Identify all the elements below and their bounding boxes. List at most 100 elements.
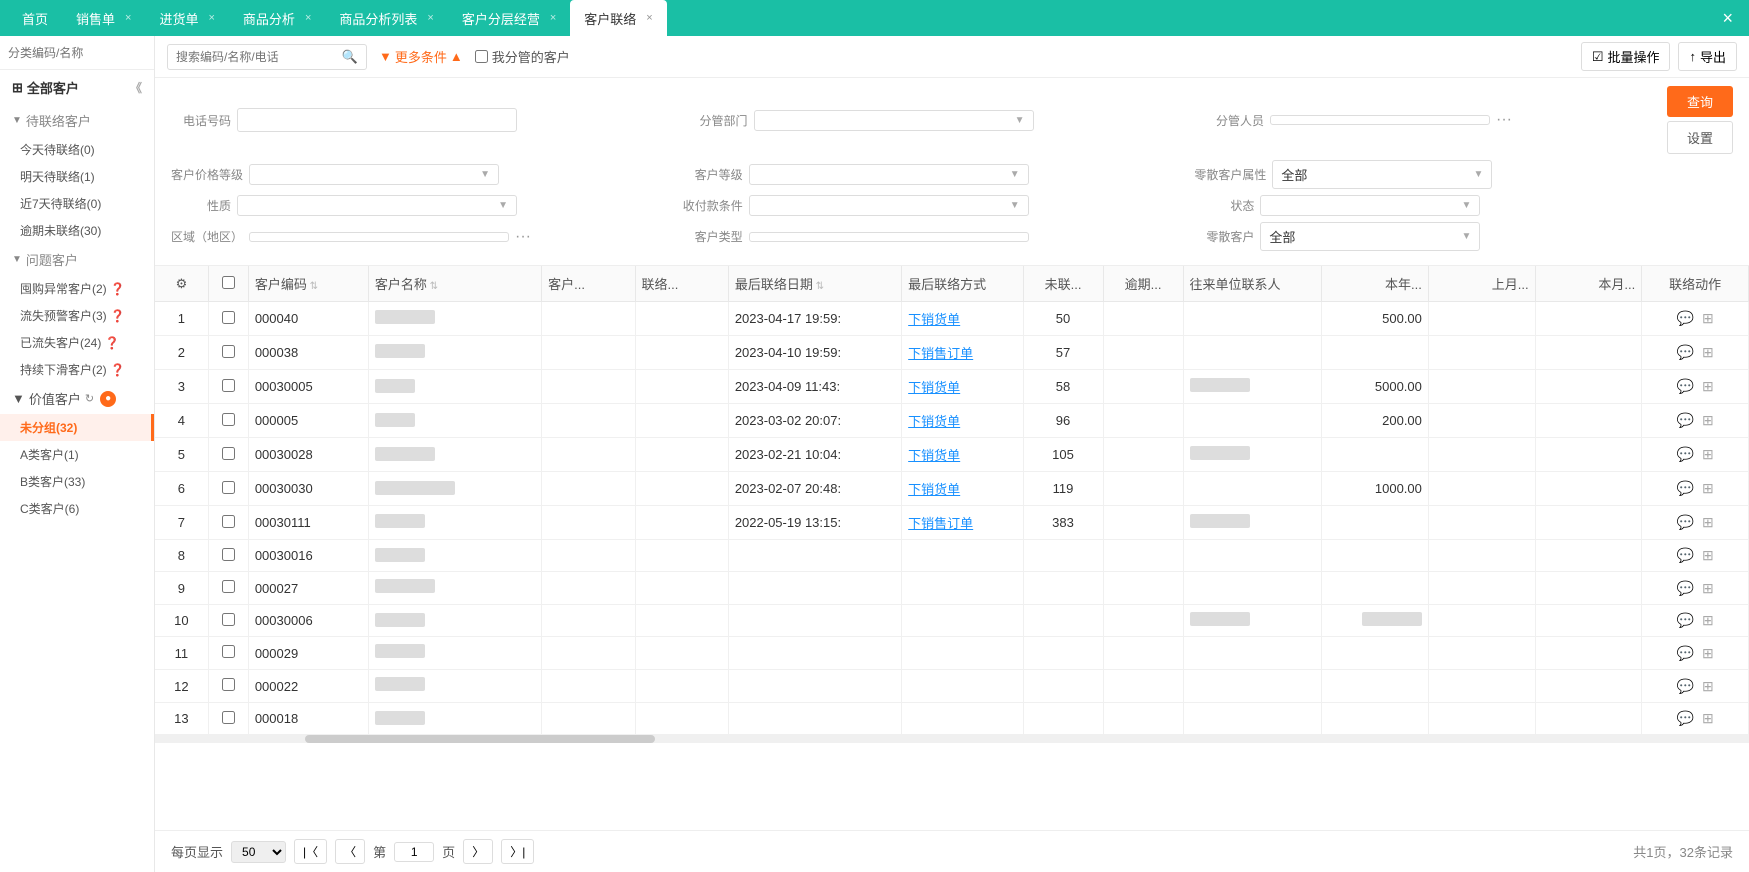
row-checkbox[interactable]: [222, 645, 235, 658]
grid-action-icon[interactable]: ⊞: [1702, 514, 1714, 531]
grid-action-icon[interactable]: ⊞: [1702, 580, 1714, 597]
th-last-month[interactable]: 上月...: [1428, 266, 1535, 302]
sidebar-search-input[interactable]: [8, 46, 155, 60]
cell-check[interactable]: [208, 703, 248, 735]
sidebar-item-lost[interactable]: 已流失客户(24) ❓: [0, 329, 154, 356]
horizontal-scrollbar[interactable]: [155, 735, 1749, 743]
row-checkbox[interactable]: [222, 515, 235, 528]
filter-search-icon[interactable]: 🔍: [342, 49, 358, 65]
cell-check[interactable]: [208, 404, 248, 438]
row-checkbox[interactable]: [222, 548, 235, 561]
cell-check[interactable]: [208, 540, 248, 572]
select-all-checkbox[interactable]: [222, 276, 235, 289]
my-customers-checkbox[interactable]: [475, 50, 488, 63]
th-overdue[interactable]: 逾期...: [1103, 266, 1183, 302]
window-close-button[interactable]: ×: [1714, 8, 1741, 28]
per-page-select[interactable]: 50 20 100: [231, 841, 286, 863]
nav-tab-customer-contact[interactable]: 客户联络 ×: [570, 0, 666, 36]
message-icon[interactable]: 💬: [1677, 678, 1694, 695]
message-icon[interactable]: 💬: [1677, 645, 1694, 662]
th-check[interactable]: [208, 266, 248, 302]
nav-tab-product-list[interactable]: 商品分析列表 ×: [325, 0, 447, 36]
price-level-select[interactable]: ▼: [249, 164, 499, 185]
th-last-date[interactable]: 最后联络日期: [728, 266, 901, 302]
grid-action-icon[interactable]: ⊞: [1702, 612, 1714, 629]
more-conditions-btn[interactable]: ▼ 更多条件 ▲: [379, 47, 463, 66]
grid-action-icon[interactable]: ⊞: [1702, 344, 1714, 361]
batch-op-button[interactable]: ☑ 批量操作: [1581, 42, 1671, 71]
cell-check[interactable]: [208, 302, 248, 336]
last-way-link[interactable]: 下销货单: [908, 312, 960, 327]
region-more-btn[interactable]: ···: [515, 228, 531, 246]
nav-tab-sales[interactable]: 销售单 ×: [62, 0, 145, 36]
sidebar-section-pending[interactable]: ▼ 待联络客户: [0, 105, 154, 136]
sidebar-item-declining[interactable]: 持续下滑客户(2) ❓: [0, 356, 154, 383]
row-checkbox[interactable]: [222, 447, 235, 460]
last-way-link[interactable]: 下销货单: [908, 414, 960, 429]
settings-icon[interactable]: ⚙: [176, 276, 188, 291]
grid-action-icon[interactable]: ⊞: [1702, 412, 1714, 429]
sidebar-item-today[interactable]: 今天待联络(0): [0, 136, 154, 163]
row-checkbox[interactable]: [222, 481, 235, 494]
th-contacts[interactable]: 往来单位联系人: [1183, 266, 1322, 302]
message-icon[interactable]: 💬: [1677, 710, 1694, 727]
nav-tab-purchase[interactable]: 进货单 ×: [145, 0, 228, 36]
cell-check[interactable]: [208, 506, 248, 540]
grid-action-icon[interactable]: ⊞: [1702, 547, 1714, 564]
message-icon[interactable]: 💬: [1677, 446, 1694, 463]
row-checkbox[interactable]: [222, 678, 235, 691]
nav-tab-product-list-close[interactable]: ×: [427, 12, 433, 24]
grid-action-icon[interactable]: ⊞: [1702, 480, 1714, 497]
last-way-link[interactable]: 下销货单: [908, 380, 960, 395]
nav-tab-product-close[interactable]: ×: [305, 12, 311, 24]
message-icon[interactable]: 💬: [1677, 580, 1694, 597]
cell-check[interactable]: [208, 572, 248, 605]
sidebar-all-customers[interactable]: ⊞ 全部客户 《: [0, 70, 154, 105]
nav-home[interactable]: 首页: [8, 0, 62, 36]
th-type[interactable]: 客户...: [542, 266, 635, 302]
grid-action-icon[interactable]: ⊞: [1702, 446, 1714, 463]
filter-search-input[interactable]: [176, 50, 336, 64]
row-checkbox[interactable]: [222, 613, 235, 626]
sidebar-item-abnormal[interactable]: 囤购异常客户(2) ❓: [0, 275, 154, 302]
row-checkbox[interactable]: [222, 413, 235, 426]
scrollbar-thumb[interactable]: [305, 735, 655, 743]
th-this-year[interactable]: 本年...: [1322, 266, 1429, 302]
th-name[interactable]: 客户名称: [368, 266, 541, 302]
sidebar-item-warning[interactable]: 流失预警客户(3) ❓: [0, 302, 154, 329]
message-icon[interactable]: 💬: [1677, 378, 1694, 395]
nav-tab-customer-contact-close[interactable]: ×: [646, 12, 652, 24]
nav-tab-sales-close[interactable]: ×: [125, 12, 131, 24]
sidebar-item-overdue[interactable]: 逾期未联络(30): [0, 217, 154, 244]
grid-action-icon[interactable]: ⊞: [1702, 645, 1714, 662]
message-icon[interactable]: 💬: [1677, 480, 1694, 497]
cell-check[interactable]: [208, 438, 248, 472]
refresh-icon[interactable]: ↻: [85, 392, 94, 405]
cell-check[interactable]: [208, 670, 248, 703]
nature-select[interactable]: ▼: [237, 195, 517, 216]
payment-select[interactable]: ▼: [749, 195, 1029, 216]
th-settings[interactable]: ⚙: [155, 266, 208, 302]
cell-check[interactable]: [208, 605, 248, 637]
nav-tab-customer-segment[interactable]: 客户分层经营 ×: [448, 0, 570, 36]
last-way-link[interactable]: 下销货单: [908, 482, 960, 497]
grid-action-icon[interactable]: ⊞: [1702, 710, 1714, 727]
row-checkbox[interactable]: [222, 580, 235, 593]
sidebar-item-c-class[interactable]: C类客户(6): [0, 495, 154, 522]
status-select[interactable]: ▼: [1260, 195, 1480, 216]
sidebar-item-b-class[interactable]: B类客户(33): [0, 468, 154, 495]
cell-check[interactable]: [208, 472, 248, 506]
row-checkbox[interactable]: [222, 711, 235, 724]
export-button[interactable]: ↑ 导出: [1678, 42, 1737, 71]
reset-button[interactable]: 设置: [1667, 121, 1733, 154]
sparse-select[interactable]: 全部 ▼: [1260, 222, 1480, 251]
prev-page-btn[interactable]: 〈: [335, 839, 365, 864]
phone-input[interactable]: [237, 108, 517, 132]
message-icon[interactable]: 💬: [1677, 514, 1694, 531]
row-checkbox[interactable]: [222, 379, 235, 392]
nav-tab-customer-segment-close[interactable]: ×: [550, 12, 556, 24]
cell-check[interactable]: [208, 336, 248, 370]
message-icon[interactable]: 💬: [1677, 310, 1694, 327]
next-page-btn[interactable]: 〉: [463, 839, 493, 864]
customer-type-select[interactable]: [749, 232, 1029, 242]
